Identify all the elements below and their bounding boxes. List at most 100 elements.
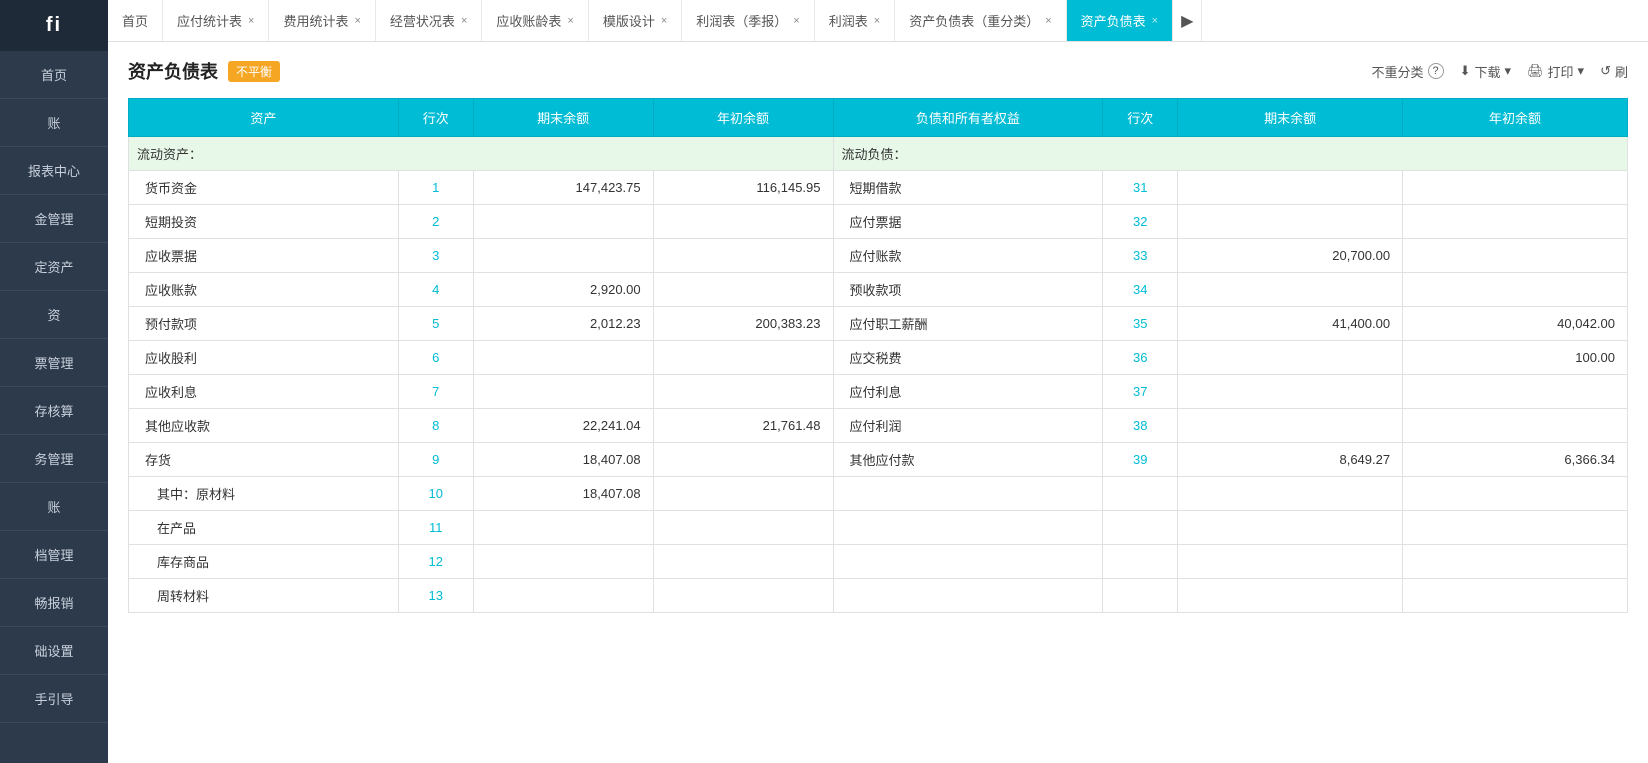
- tab-business-status[interactable]: 经营状况表 ×: [376, 0, 482, 42]
- no-reclassify-action[interactable]: 不重分类 ?: [1372, 62, 1444, 81]
- sidebar-item-assets[interactable]: 资: [0, 291, 108, 339]
- table-row-left-name-1: 货币资金: [129, 171, 399, 205]
- sidebar-item-base-settings[interactable]: 础设置: [0, 627, 108, 675]
- table-row-left-begin-10: [653, 477, 833, 511]
- table-row-right-end-8: [1178, 409, 1403, 443]
- table-row-right-end-12: [1178, 545, 1403, 579]
- table-row-left-end-6: [473, 341, 653, 375]
- table-row-left-end-11: [473, 511, 653, 545]
- tab-payable-stats[interactable]: 应付统计表 ×: [163, 0, 269, 42]
- tab-close-receivable-aging[interactable]: ×: [567, 15, 573, 27]
- table-row-right-num-1: 31: [1103, 171, 1178, 205]
- tab-close-profit[interactable]: ×: [874, 15, 880, 27]
- sidebar-item-invoice-mgmt[interactable]: 票管理: [0, 339, 108, 387]
- sidebar-item-inventory[interactable]: 存核算: [0, 387, 108, 435]
- table-row-right-begin-3: [1403, 239, 1628, 273]
- table-row-right-begin-13: [1403, 579, 1628, 613]
- col-header-row-num-left: 行次: [398, 99, 473, 137]
- section-label-assets-0: 流动资产：: [129, 137, 834, 171]
- table-row-left-begin-7: [653, 375, 833, 409]
- help-icon[interactable]: ?: [1428, 63, 1444, 79]
- table-row-left-begin-4: [653, 273, 833, 307]
- table-row-right-name-4: 预收款项: [833, 273, 1103, 307]
- table-row-left-num-10: 10: [398, 477, 473, 511]
- col-header-liabilities: 负债和所有者权益: [833, 99, 1103, 137]
- table-row-right-name-10: [833, 477, 1103, 511]
- unbalanced-badge: 不平衡: [228, 61, 280, 82]
- col-header-begin-balance-left: 年初余额: [653, 99, 833, 137]
- sidebar-item-biz-mgmt[interactable]: 务管理: [0, 435, 108, 483]
- tab-home[interactable]: 首页: [108, 0, 163, 42]
- table-row-left-num-12: 12: [398, 545, 473, 579]
- sidebar-item-expense[interactable]: 畅报销: [0, 579, 108, 627]
- table-row-right-end-9: 8,649.27: [1178, 443, 1403, 477]
- table-row-left-end-12: [473, 545, 653, 579]
- refresh-action[interactable]: ↺ 刷: [1600, 62, 1628, 81]
- tab-balance[interactable]: 资产负债表 ×: [1067, 0, 1173, 42]
- table-row-right-begin-10: [1403, 477, 1628, 511]
- tab-close-balance[interactable]: ×: [1152, 15, 1158, 27]
- table-row-left-end-5: 2,012.23: [473, 307, 653, 341]
- tab-close-template-design[interactable]: ×: [661, 15, 667, 27]
- tab-scroll-right[interactable]: ▶: [1173, 0, 1202, 42]
- sidebar-item-ledger[interactable]: 账: [0, 483, 108, 531]
- tab-expense-stats[interactable]: 费用统计表 ×: [269, 0, 375, 42]
- table-row-left-end-9: 18,407.08: [473, 443, 653, 477]
- print-action[interactable]: 🖨 打印 ▾: [1527, 62, 1584, 81]
- tab-template-design[interactable]: 模版设计 ×: [589, 0, 682, 42]
- sidebar-item-doc-mgmt[interactable]: 档管理: [0, 531, 108, 579]
- tab-balance-reclassify[interactable]: 资产负债表（重分类） ×: [895, 0, 1066, 42]
- table-row-left-num-6: 6: [398, 341, 473, 375]
- table-row-left-end-8: 22,241.04: [473, 409, 653, 443]
- table-row-left-begin-1: 116,145.95: [653, 171, 833, 205]
- sidebar-item-fixed-assets[interactable]: 定资产: [0, 243, 108, 291]
- sidebar-item-report-center[interactable]: 报表中心: [0, 147, 108, 195]
- table-row-right-name-7: 应付利息: [833, 375, 1103, 409]
- table-row-right-num-13: [1103, 579, 1178, 613]
- table-row-right-begin-7: [1403, 375, 1628, 409]
- table-row-right-num-7: 37: [1103, 375, 1178, 409]
- table-row-right-begin-6: 100.00: [1403, 341, 1628, 375]
- table-row-left-end-7: [473, 375, 653, 409]
- table-row-right-end-6: [1178, 341, 1403, 375]
- tab-bar: 首页 应付统计表 × 费用统计表 × 经营状况表 × 应收账龄表 × 模版设计 …: [108, 0, 1648, 42]
- table-row-right-name-8: 应付利润: [833, 409, 1103, 443]
- print-chevron-icon: ▾: [1578, 63, 1585, 79]
- table-row-right-end-4: [1178, 273, 1403, 307]
- tab-close-payable-stats[interactable]: ×: [248, 15, 254, 27]
- table-row-right-name-6: 应交税费: [833, 341, 1103, 375]
- tab-receivable-aging[interactable]: 应收账龄表 ×: [482, 0, 588, 42]
- table-row-left-name-2: 短期投资: [129, 205, 399, 239]
- sidebar-item-home[interactable]: 首页: [0, 51, 108, 99]
- tab-close-profit-quarterly[interactable]: ×: [793, 15, 799, 27]
- table-row-left-num-2: 2: [398, 205, 473, 239]
- tab-close-balance-reclassify[interactable]: ×: [1045, 15, 1051, 27]
- table-row-right-name-11: [833, 511, 1103, 545]
- tab-profit-quarterly[interactable]: 利润表（季报） ×: [682, 0, 814, 42]
- table-row-left-begin-5: 200,383.23: [653, 307, 833, 341]
- sidebar-item-fund-mgmt[interactable]: 金管理: [0, 195, 108, 243]
- tab-close-business-status[interactable]: ×: [461, 15, 467, 27]
- tab-close-expense-stats[interactable]: ×: [354, 15, 360, 27]
- table-row-right-num-12: [1103, 545, 1178, 579]
- table-row-right-begin-9: 6,366.34: [1403, 443, 1628, 477]
- sidebar-item-account[interactable]: 账: [0, 99, 108, 147]
- download-chevron-icon: ▾: [1504, 63, 1511, 79]
- table-row-left-name-13: 周转材料: [129, 579, 399, 613]
- table-row-left-begin-12: [653, 545, 833, 579]
- table-row-left-num-8: 8: [398, 409, 473, 443]
- table-row-left-name-4: 应收账款: [129, 273, 399, 307]
- table-row-right-end-10: [1178, 477, 1403, 511]
- sidebar-item-guide[interactable]: 手引导: [0, 675, 108, 723]
- section-label-liabilities-0: 流动负债：: [833, 137, 1628, 171]
- sidebar-logo: fi: [0, 0, 108, 51]
- table-row-right-begin-11: [1403, 511, 1628, 545]
- sidebar: fi 首页 账 报表中心 金管理 定资产 资 票管理 存核算 务管理 账 档管理…: [0, 0, 108, 763]
- download-action[interactable]: ⬇ 下载 ▾: [1460, 62, 1511, 81]
- table-row-left-begin-9: [653, 443, 833, 477]
- tab-profit[interactable]: 利润表 ×: [815, 0, 895, 42]
- table-row-left-name-6: 应收股利: [129, 341, 399, 375]
- table-row-right-end-5: 41,400.00: [1178, 307, 1403, 341]
- table-row-right-end-1: [1178, 171, 1403, 205]
- table-row-right-name-2: 应付票据: [833, 205, 1103, 239]
